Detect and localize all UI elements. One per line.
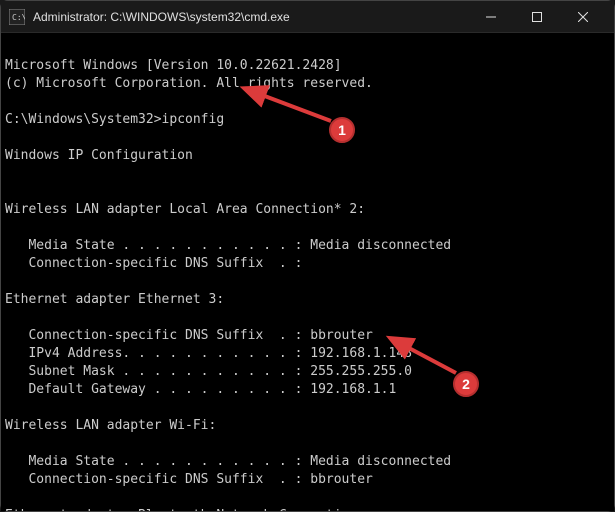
version-line: Microsoft Windows [Version 10.0.22621.24… bbox=[5, 58, 342, 73]
terminal-output[interactable]: Microsoft Windows [Version 10.0.22621.24… bbox=[1, 33, 614, 511]
window-controls bbox=[468, 1, 606, 33]
adapter2-ipv4: IPv4 Address. . . . . . . . . . . : 192.… bbox=[5, 346, 412, 361]
adapter1-media: Media State . . . . . . . . . . . : Medi… bbox=[5, 238, 451, 253]
adapter3-name: Wireless LAN adapter Wi-Fi: bbox=[5, 418, 216, 433]
adapter1-name: Wireless LAN adapter Local Area Connecti… bbox=[5, 202, 365, 217]
svg-text:C:\: C:\ bbox=[12, 13, 25, 22]
cmd-icon: C:\ bbox=[9, 9, 25, 25]
adapter2-gateway: Default Gateway . . . . . . . . . : 192.… bbox=[5, 382, 396, 397]
titlebar: C:\ Administrator: C:\WINDOWS\system32\c… bbox=[1, 1, 614, 33]
command-text: ipconfig bbox=[162, 112, 225, 127]
adapter4-name: Ethernet adapter Bluetooth Network Conne… bbox=[5, 508, 365, 511]
adapter3-dns: Connection-specific DNS Suffix . : bbrou… bbox=[5, 472, 373, 487]
minimize-button[interactable] bbox=[468, 1, 514, 33]
adapter2-name: Ethernet adapter Ethernet 3: bbox=[5, 292, 224, 307]
annotation-badge-1: 1 bbox=[329, 117, 355, 143]
prompt-path: C:\Windows\System32> bbox=[5, 112, 162, 127]
close-button[interactable] bbox=[560, 1, 606, 33]
adapter2-dns: Connection-specific DNS Suffix . : bbrou… bbox=[5, 328, 373, 343]
adapter2-subnet: Subnet Mask . . . . . . . . . . . : 255.… bbox=[5, 364, 412, 379]
adapter1-dns: Connection-specific DNS Suffix . : bbox=[5, 256, 302, 271]
config-header: Windows IP Configuration bbox=[5, 148, 193, 163]
window-title: Administrator: C:\WINDOWS\system32\cmd.e… bbox=[33, 10, 468, 24]
maximize-button[interactable] bbox=[514, 1, 560, 33]
annotation-badge-2: 2 bbox=[453, 371, 479, 397]
prompt-line: C:\Windows\System32>ipconfig bbox=[5, 112, 224, 127]
adapter3-media: Media State . . . . . . . . . . . : Medi… bbox=[5, 454, 451, 469]
